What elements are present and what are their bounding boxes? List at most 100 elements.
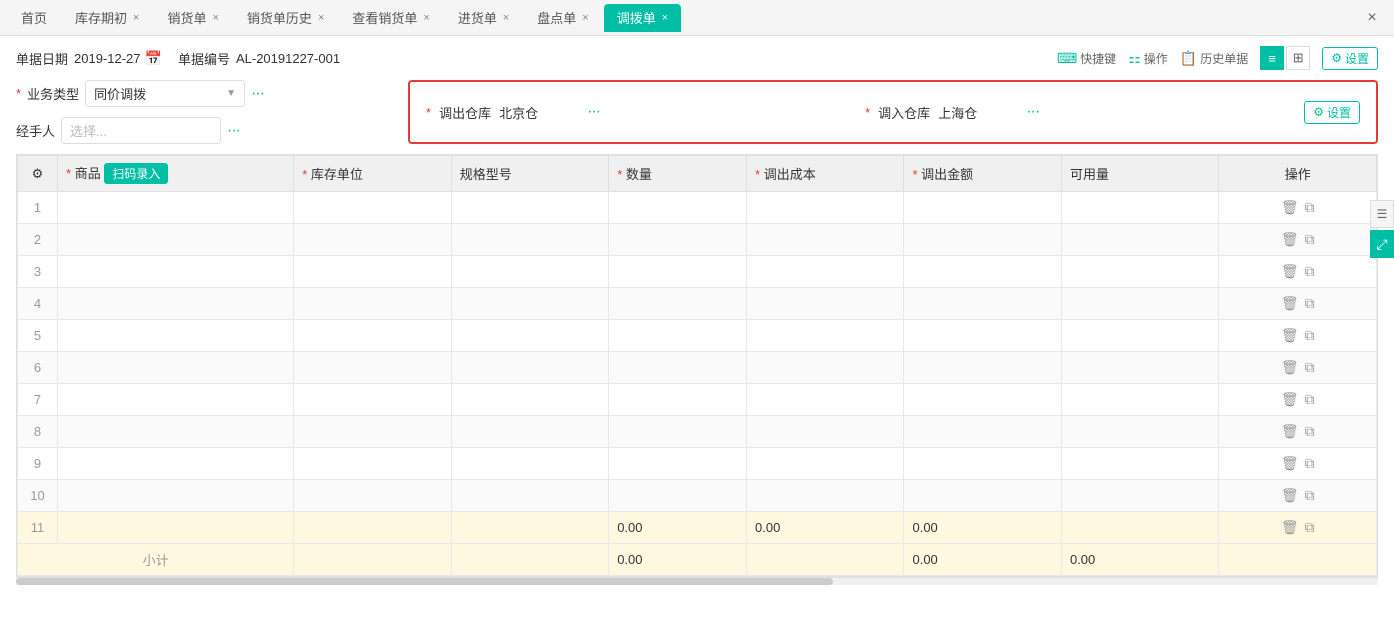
product-cell[interactable] <box>58 448 294 480</box>
spec-cell[interactable] <box>451 384 608 416</box>
product-cell[interactable] <box>58 320 294 352</box>
cost-cell[interactable] <box>747 320 904 352</box>
delete-row-icon[interactable]: 🗑 <box>1281 487 1299 504</box>
amount-cell[interactable] <box>904 320 1061 352</box>
amount-cell[interactable] <box>904 288 1061 320</box>
tab-inventory-check[interactable]: 盘点单 × <box>524 4 601 32</box>
cost-cell[interactable] <box>747 448 904 480</box>
amount-cell[interactable] <box>904 416 1061 448</box>
scrollbar-thumb[interactable] <box>16 578 833 585</box>
amount-cell[interactable] <box>904 192 1061 224</box>
copy-row-icon[interactable]: ⧉ <box>1305 455 1315 472</box>
qty-cell[interactable] <box>609 224 747 256</box>
tab-inventory-init[interactable]: 库存期初 × <box>62 4 152 32</box>
delete-row-icon[interactable]: 🗑 <box>1281 359 1299 376</box>
scan-input-button[interactable]: 扫码录入 <box>104 163 168 184</box>
date-value-group[interactable]: 2019-12-27 📅 <box>74 50 162 67</box>
tab-home[interactable]: 首页 <box>8 4 60 32</box>
tab-sales-order[interactable]: 销货单 × <box>154 4 231 32</box>
qty-cell[interactable] <box>609 192 747 224</box>
delete-row-icon[interactable]: 🗑 <box>1281 231 1299 248</box>
unit-cell[interactable] <box>294 352 451 384</box>
copy-row-icon[interactable]: ⧉ <box>1305 263 1315 280</box>
grid-view-button[interactable]: ⊞ <box>1286 46 1310 70</box>
copy-row-icon[interactable]: ⧉ <box>1305 327 1315 344</box>
product-cell[interactable] <box>58 224 294 256</box>
transfer-in-more-button[interactable]: ··· <box>1026 103 1039 121</box>
amount-cell[interactable] <box>904 384 1061 416</box>
list-view-button[interactable]: ≡ <box>1260 46 1284 70</box>
cost-cell[interactable] <box>747 384 904 416</box>
spec-cell[interactable] <box>451 352 608 384</box>
window-close-button[interactable]: × <box>1358 4 1386 32</box>
copy-row-icon[interactable]: ⧉ <box>1305 391 1315 408</box>
amount-cell[interactable] <box>904 480 1061 512</box>
copy-subtotal-icon[interactable]: ⧉ <box>1305 519 1315 536</box>
settings-button[interactable]: ⚙ 设置 <box>1322 47 1378 70</box>
amount-cell[interactable] <box>904 448 1061 480</box>
col-header-gear[interactable]: ⚙ <box>18 156 58 192</box>
cost-cell[interactable] <box>747 288 904 320</box>
spec-cell[interactable] <box>451 256 608 288</box>
horizontal-scrollbar[interactable] <box>16 577 1378 585</box>
unit-cell[interactable] <box>294 256 451 288</box>
spec-cell[interactable] <box>451 416 608 448</box>
close-tab-sales-order[interactable]: × <box>212 12 218 24</box>
close-tab-purchase-order[interactable]: × <box>503 12 509 24</box>
product-cell[interactable] <box>58 480 294 512</box>
transfer-out-more-button[interactable]: ··· <box>587 103 600 121</box>
delete-row-icon[interactable]: 🗑 <box>1281 327 1299 344</box>
close-tab-inventory-check[interactable]: × <box>582 12 588 24</box>
qty-cell[interactable] <box>609 352 747 384</box>
unit-cell[interactable] <box>294 192 451 224</box>
unit-cell[interactable] <box>294 448 451 480</box>
spec-cell[interactable] <box>451 448 608 480</box>
spec-cell[interactable] <box>451 288 608 320</box>
qty-cell[interactable] <box>609 288 747 320</box>
handler-more-button[interactable]: ··· <box>227 122 240 140</box>
copy-row-icon[interactable]: ⧉ <box>1305 359 1315 376</box>
close-tab-transfer-order[interactable]: × <box>662 12 668 24</box>
unit-cell[interactable] <box>294 384 451 416</box>
delete-row-icon[interactable]: 🗑 <box>1281 391 1299 408</box>
subtotal-product-cell[interactable] <box>58 512 294 544</box>
amount-cell[interactable] <box>904 256 1061 288</box>
copy-row-icon[interactable]: ⧉ <box>1305 199 1315 216</box>
shortcut-button[interactable]: ⌨ 快捷键 <box>1057 50 1116 67</box>
spec-cell[interactable] <box>451 192 608 224</box>
qty-cell[interactable] <box>609 320 747 352</box>
warehouse-settings-button[interactable]: ⚙ 设置 <box>1304 101 1360 124</box>
cost-cell[interactable] <box>747 192 904 224</box>
qty-cell[interactable] <box>609 448 747 480</box>
spec-cell[interactable] <box>451 224 608 256</box>
copy-row-icon[interactable]: ⧉ <box>1305 423 1315 440</box>
float-list-button[interactable]: ☰ <box>1370 200 1394 228</box>
cost-cell[interactable] <box>747 416 904 448</box>
copy-row-icon[interactable]: ⧉ <box>1305 295 1315 312</box>
spec-cell[interactable] <box>451 480 608 512</box>
unit-cell[interactable] <box>294 288 451 320</box>
qty-cell[interactable] <box>609 480 747 512</box>
delete-row-icon[interactable]: 🗑 <box>1281 423 1299 440</box>
calendar-icon[interactable]: 📅 <box>145 50 162 67</box>
history-button[interactable]: 📋 历史单据 <box>1180 50 1248 67</box>
cost-cell[interactable] <box>747 480 904 512</box>
delete-row-icon[interactable]: 🗑 <box>1281 199 1299 216</box>
float-expand-button[interactable]: ⤢ <box>1370 230 1394 258</box>
operations-button[interactable]: ⚏ 操作 <box>1128 50 1168 67</box>
tab-purchase-order[interactable]: 进货单 × <box>445 4 522 32</box>
close-tab-sales-history[interactable]: × <box>318 12 324 24</box>
handler-select[interactable]: 选择... <box>61 117 221 144</box>
qty-cell[interactable] <box>609 256 747 288</box>
product-cell[interactable] <box>58 288 294 320</box>
tab-view-sales[interactable]: 查看销货单 × <box>339 4 442 32</box>
business-type-select[interactable]: 同价调拨 ▼ <box>85 80 245 107</box>
copy-row-icon[interactable]: ⧉ <box>1305 231 1315 248</box>
amount-cell[interactable] <box>904 224 1061 256</box>
product-cell[interactable] <box>58 192 294 224</box>
qty-cell[interactable] <box>609 416 747 448</box>
unit-cell[interactable] <box>294 320 451 352</box>
qty-cell[interactable] <box>609 384 747 416</box>
close-tab-view-sales[interactable]: × <box>423 12 429 24</box>
delete-row-icon[interactable]: 🗑 <box>1281 263 1299 280</box>
